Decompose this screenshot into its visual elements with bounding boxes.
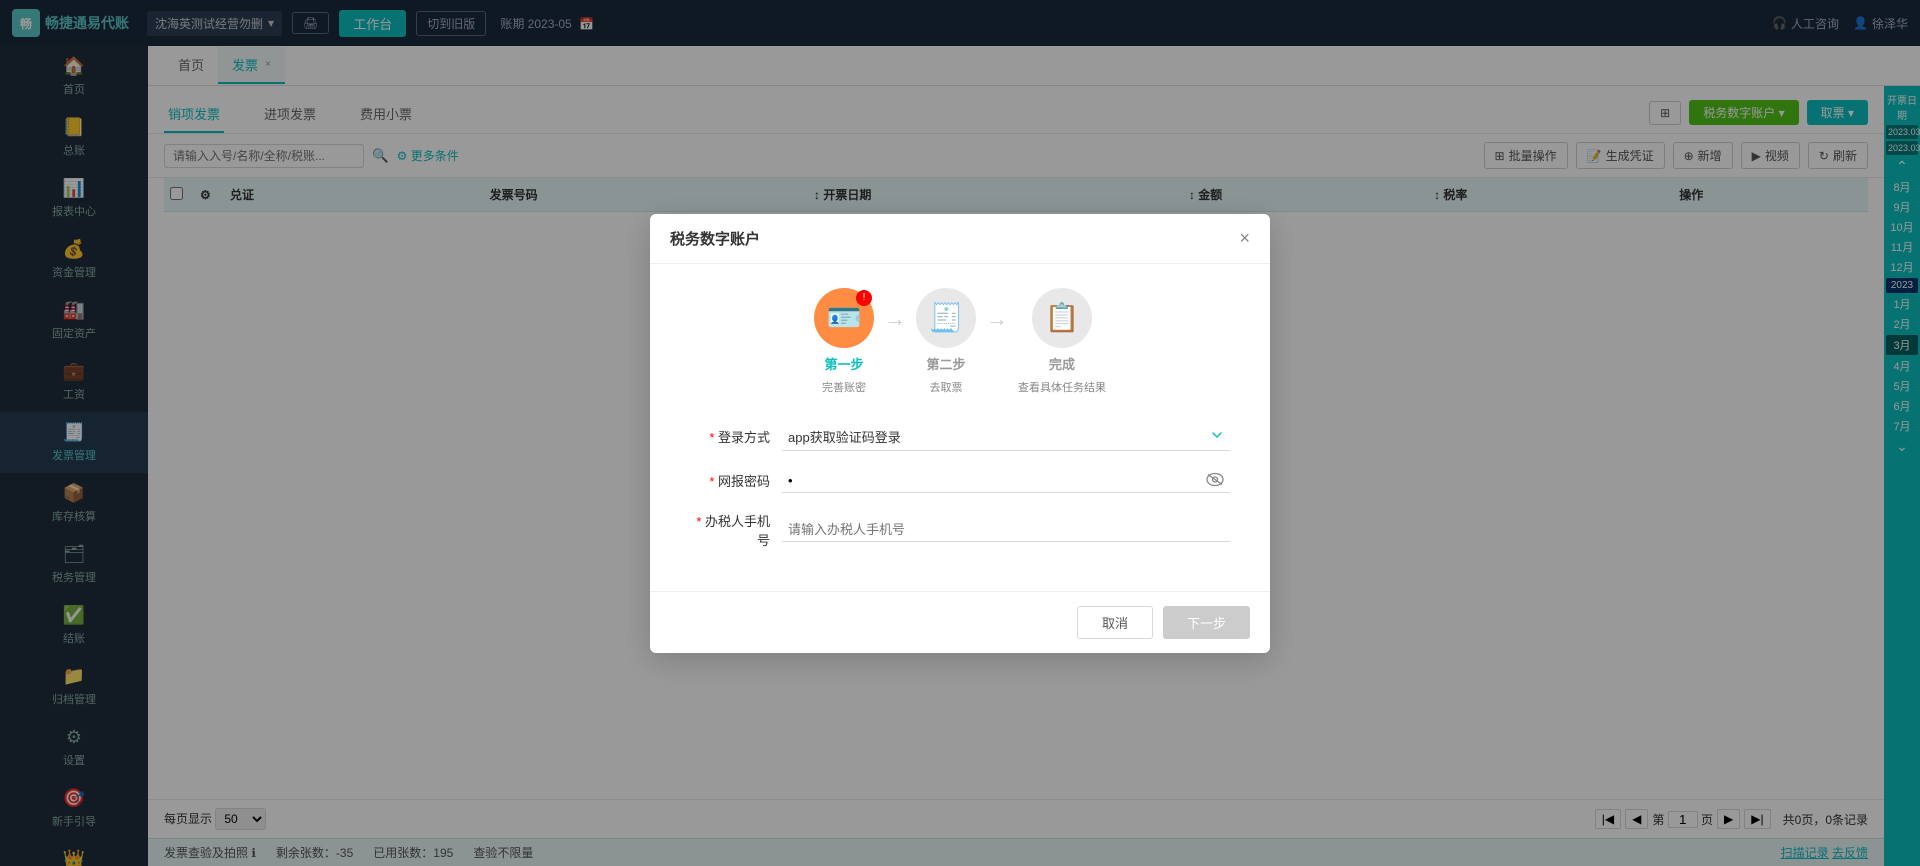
modal-overlay: 税务数字账户 × 🪪 ! 第一步 完善账密 → 🧾 (0, 0, 1920, 866)
step-3-icon: 📋 (1032, 288, 1092, 348)
select-chevron-icon (1210, 428, 1224, 445)
step-1: 🪪 ! 第一步 完善账密 (814, 288, 874, 395)
next-button[interactable]: 下一步 (1163, 606, 1250, 639)
modal-title: 税务数字账户 (670, 228, 760, 249)
cancel-button[interactable]: 取消 (1077, 606, 1153, 639)
login-method-label: 登录方式 (690, 427, 770, 446)
step-2-label: 第二步 (926, 354, 965, 373)
step-1-badge: ! (856, 290, 872, 306)
id-card-icon: 🪪 (827, 301, 862, 334)
eye-icon[interactable] (1206, 472, 1224, 489)
step-3: 📋 完成 查看具体任务结果 (1018, 288, 1106, 395)
step-2-desc: 去取票 (930, 379, 963, 395)
step-3-desc: 查看具体任务结果 (1018, 379, 1106, 395)
step-arrow-2: → (986, 288, 1008, 332)
tax-digital-account-modal: 税务数字账户 × 🪪 ! 第一步 完善账密 → 🧾 (650, 214, 1270, 653)
password-input[interactable] (782, 469, 1230, 493)
step-1-desc: 完善账密 (822, 379, 866, 395)
password-row: 网报密码 (690, 469, 1230, 493)
phone-input[interactable] (782, 518, 1230, 542)
step-2-icon: 🧾 (916, 288, 976, 348)
login-method-value: app获取验证码登录 (788, 427, 901, 446)
step-1-icon: 🪪 ! (814, 288, 874, 348)
modal-close-button[interactable]: × (1239, 228, 1250, 249)
modal-header: 税务数字账户 × (650, 214, 1270, 264)
password-label: 网报密码 (690, 471, 770, 490)
steps-indicator: 🪪 ! 第一步 完善账密 → 🧾 第二步 去取票 → (690, 288, 1230, 395)
invoice-step-icon: 🧾 (929, 301, 964, 334)
modal-body: 🪪 ! 第一步 完善账密 → 🧾 第二步 去取票 → (650, 264, 1270, 591)
phone-row: 办税人手机号 (690, 511, 1230, 549)
phone-label: 办税人手机号 (690, 511, 770, 549)
step-3-label: 完成 (1049, 354, 1075, 373)
step-1-label: 第一步 (824, 354, 863, 373)
clipboard-icon: 📋 (1045, 301, 1080, 334)
step-arrow-1: → (884, 288, 906, 332)
modal-footer: 取消 下一步 (650, 591, 1270, 653)
login-method-select[interactable]: app获取验证码登录 (782, 423, 1230, 451)
login-method-row: 登录方式 app获取验证码登录 (690, 423, 1230, 451)
password-field-container (782, 469, 1230, 493)
step-2: 🧾 第二步 去取票 (916, 288, 976, 395)
